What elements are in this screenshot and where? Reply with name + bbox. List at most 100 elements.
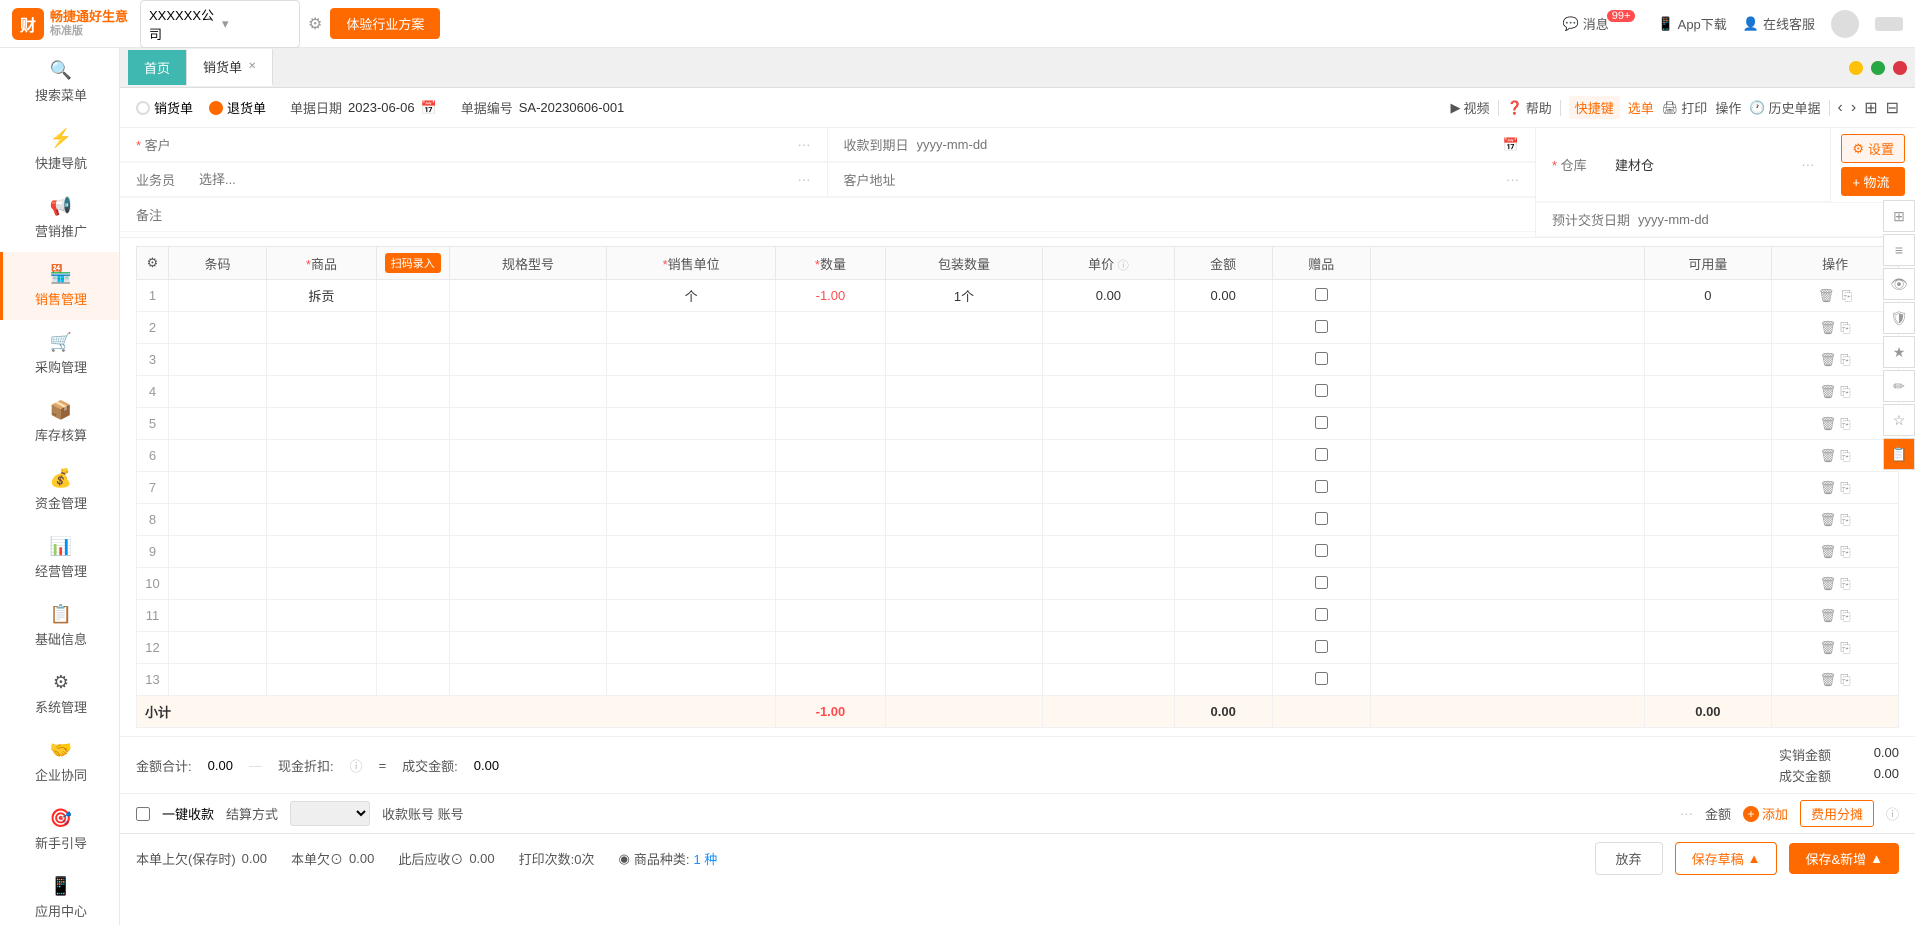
sidebar-item-quick-nav[interactable]: ⚡ 快捷导航 [0,116,119,184]
save-new-btn[interactable]: 保存&新增 ▲ [1789,843,1899,874]
method-select[interactable] [290,801,370,826]
toolbar-next-btn[interactable]: › [1851,99,1856,117]
sidebar-item-search[interactable]: 🔍 搜索菜单 [0,48,119,116]
r13-copy[interactable]: ⎘ [1838,670,1852,690]
app-download-item[interactable]: 📱 App下载 [1657,14,1726,33]
r2-copy[interactable]: ⎘ [1838,318,1852,338]
row1-price[interactable]: 0.00 [1043,280,1174,312]
fee-help-icon[interactable]: ⓘ [1886,804,1899,823]
r8-del[interactable]: 🗑 [1818,510,1839,530]
r4-del[interactable]: 🗑 [1818,382,1839,402]
r8-copy[interactable]: ⎘ [1838,510,1852,530]
float-star-fill-btn[interactable]: ★ [1883,336,1915,368]
r2-gift[interactable] [1272,312,1370,344]
sidebar-item-inventory[interactable]: 📦 库存核算 [0,388,119,456]
row1-qty[interactable]: -1.00 [776,280,886,312]
settings-btn[interactable]: ⚙ 设置 [1841,134,1905,163]
notes-input[interactable] [199,207,1519,222]
r2-product[interactable] [267,312,377,344]
r3-gift-cb[interactable] [1315,352,1328,365]
r2-qty[interactable] [776,312,886,344]
est-delivery-input[interactable] [1638,212,1875,227]
r13-gift-cb[interactable] [1315,672,1328,685]
radio-return[interactable]: 退货单 [209,98,266,117]
toolbar-ops-btn[interactable]: 操作 [1715,98,1741,117]
toolbar-video-btn[interactable]: ▶ 视频 [1451,98,1490,117]
row1-pack-qty[interactable]: 1个 [885,280,1042,312]
r12-del[interactable]: 🗑 [1818,638,1839,658]
row1-note[interactable] [1370,280,1644,312]
row1-spec[interactable] [449,280,606,312]
r4-gift-cb[interactable] [1315,384,1328,397]
tab-home[interactable]: 首页 [128,50,187,85]
fee-split-btn[interactable]: 费用分摊 [1800,800,1874,827]
sidebar-item-marketing[interactable]: 📢 营销推广 [0,184,119,252]
win-close-btn[interactable] [1893,61,1907,75]
message-item[interactable]: 💬 消息 99+ [1563,14,1642,33]
r3-copy[interactable]: ⎘ [1838,350,1852,370]
r7-del[interactable]: 🗑 [1818,478,1839,498]
tab-close-icon[interactable]: ✕ [248,61,256,72]
radio-sales[interactable]: 销货单 [136,98,193,117]
win-maximize-btn[interactable] [1871,61,1885,75]
r9-gift-cb[interactable] [1315,544,1328,557]
row1-barcode[interactable] [169,280,267,312]
row1-gift-checkbox[interactable] [1315,288,1328,301]
row1-amount[interactable]: 0.00 [1174,280,1272,312]
float-tag-btn[interactable]: ✏ [1883,370,1915,402]
win-minimize-btn[interactable] [1849,61,1863,75]
sidebar-item-enterprise[interactable]: 🤝 企业协同 [0,728,119,796]
logistics-btn[interactable]: + 物流 [1841,167,1905,196]
avatar2[interactable] [1875,17,1903,31]
r6-del[interactable]: 🗑 [1818,446,1839,466]
trial-btn[interactable]: 体验行业方案 [330,8,440,39]
sidebar-item-appstore[interactable]: 📱 应用中心 [0,864,119,925]
r2-barcode[interactable] [169,312,267,344]
calendar-icon2[interactable]: 📅 [1503,137,1519,153]
sidebar-item-sales[interactable]: 🏪 销售管理 [0,252,119,320]
r5-gift-cb[interactable] [1315,416,1328,429]
toolbar-prev-btn[interactable]: ‹ [1838,99,1843,117]
r2-note[interactable] [1370,312,1644,344]
scan-btn[interactable]: 扫码录入 [385,253,441,273]
r2-amount[interactable] [1174,312,1272,344]
discard-btn[interactable]: 放弃 [1595,842,1663,875]
r7-copy[interactable]: ⎘ [1838,478,1852,498]
sidebar-item-newbie[interactable]: 🎯 新手引导 [0,796,119,864]
sidebar-item-operation[interactable]: 📊 经营管理 [0,524,119,592]
float-list-btn[interactable]: ≡ [1883,234,1915,266]
payment-due-input[interactable] [917,137,1495,152]
toolbar-select-btn[interactable]: 选单 [1628,98,1654,117]
row1-product[interactable]: 拆贡 [267,280,377,312]
toolbar-history-btn[interactable]: 🕐 历史单据 [1749,98,1820,117]
toolbar-shortcut-btn[interactable]: 快捷键 [1569,96,1620,119]
customer-dots[interactable]: ··· [798,137,811,152]
float-orange-btn[interactable]: 📋 [1883,438,1915,470]
calendar-icon[interactable]: 📅 [421,100,437,116]
float-grid-btn[interactable]: ⊞ [1883,200,1915,232]
th-scan[interactable]: 扫码录入 [376,247,449,280]
row1-copy-btn[interactable]: ⎘ [1840,286,1854,306]
r2-price[interactable] [1043,312,1174,344]
r11-copy[interactable]: ⎘ [1838,606,1852,626]
sidebar-item-basic[interactable]: 📋 基础信息 [0,592,119,660]
address-dots[interactable]: ··· [1506,172,1519,187]
account-dots[interactable]: ··· [1680,806,1693,821]
customer-address-input[interactable] [907,172,1499,187]
r2-unit[interactable] [607,312,776,344]
th-settings[interactable]: ⚙ [137,247,169,280]
one-click-payment-checkbox[interactable] [136,807,150,821]
r6-gift-cb[interactable] [1315,448,1328,461]
r11-gift-cb[interactable] [1315,608,1328,621]
product-kind-value[interactable]: 1 种 [693,849,717,868]
r10-gift-cb[interactable] [1315,576,1328,589]
date-value[interactable]: 2023-06-06 [348,100,415,115]
float-eye-btn[interactable]: 👁 [1883,268,1915,300]
toolbar-grid-btn[interactable]: ⊞ [1864,98,1877,118]
tab-sales-order[interactable]: 销货单 ✕ [187,49,273,86]
r5-copy[interactable]: ⎘ [1838,414,1852,434]
salesperson-input[interactable] [199,172,790,187]
toolbar-list-btn[interactable]: ⊟ [1886,98,1899,118]
float-shield-btn[interactable]: 🛡 [1883,302,1915,334]
r9-del[interactable]: 🗑 [1818,542,1839,562]
